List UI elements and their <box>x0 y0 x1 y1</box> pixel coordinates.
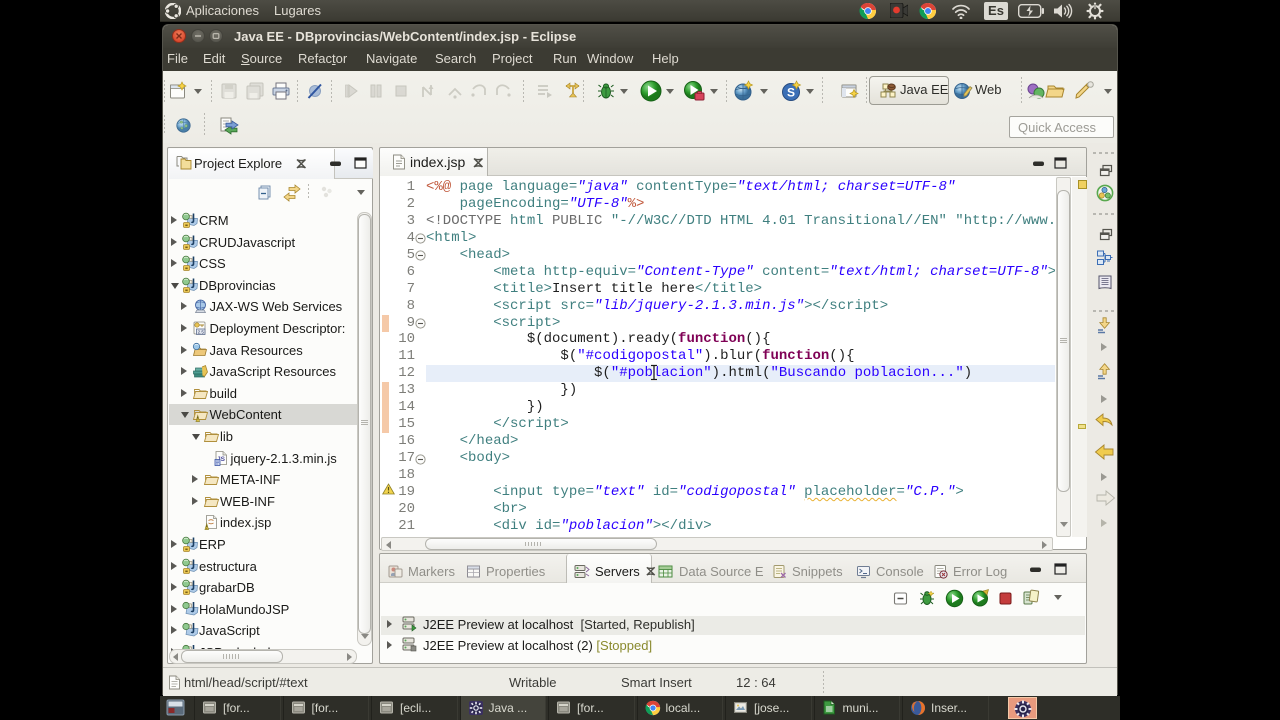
svg-text:S: S <box>787 86 795 100</box>
